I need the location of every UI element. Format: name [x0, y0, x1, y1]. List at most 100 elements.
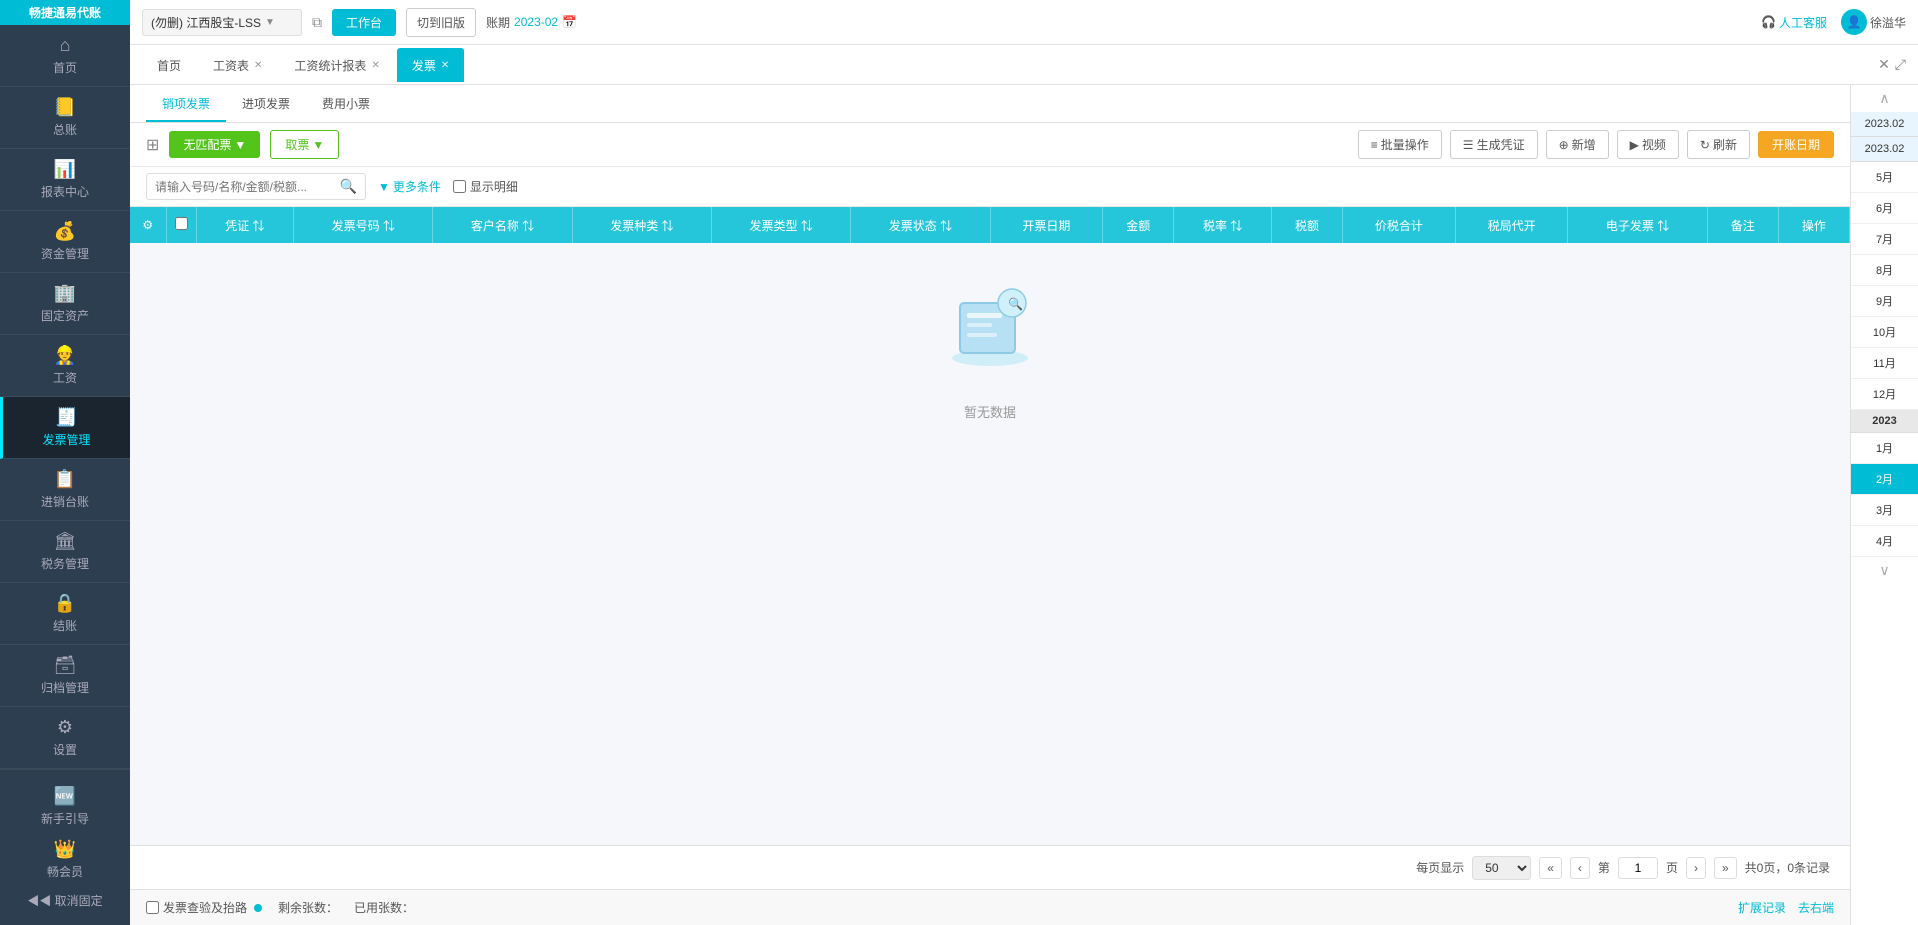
switch-version-button[interactable]: 切到旧版: [406, 8, 476, 37]
period-item-4[interactable]: 4月: [1851, 526, 1918, 557]
sidebar-item-archive[interactable]: 🗃 归档管理: [0, 645, 130, 707]
tab-salary-report-close[interactable]: ✕: [371, 60, 379, 71]
sidebar-item-tax[interactable]: 🏛 税务管理: [0, 521, 130, 583]
service-button[interactable]: 🎧 人工客服: [1761, 14, 1827, 31]
sidebar-item-funds[interactable]: 💰 资金管理: [0, 211, 130, 273]
take-ticket-button[interactable]: 取票 ▼: [270, 130, 339, 159]
sidebar-item-reports[interactable]: 📊 报表中心: [0, 149, 130, 211]
subtab-sales[interactable]: 销项发票: [146, 87, 226, 122]
no-match-button[interactable]: 无匹配票 ▼: [169, 131, 260, 158]
period-item-1[interactable]: 1月: [1851, 433, 1918, 464]
per-page-select[interactable]: 50 10 20 100: [1472, 856, 1531, 880]
period-up-button[interactable]: ∧: [1851, 85, 1918, 112]
period-header-top2[interactable]: 2023.02: [1851, 137, 1918, 162]
period-value[interactable]: 2023-02: [514, 15, 558, 29]
table-header: ⚙ 凭证 ⇅ 发票号码 ⇅ 客户名称 ⇅ 发票种类 ⇅ 发票类型 ⇅ 发票状态 …: [130, 207, 1850, 243]
subtab-purchase[interactable]: 进项发票: [226, 87, 306, 122]
main-content: (勿删) 江西股宝-LSS ▼ ⧉ 工作台 切到旧版 账期 2023-02 📅 …: [130, 0, 1918, 925]
sidebar-item-invoice[interactable]: 🧾 发票管理: [0, 397, 130, 459]
th-customer-name[interactable]: 客户名称 ⇅: [433, 207, 572, 243]
workbench-button[interactable]: 工作台: [332, 9, 396, 36]
select-all-checkbox[interactable]: [175, 217, 188, 230]
tab-salary-close[interactable]: ✕: [254, 60, 262, 71]
go-right-link[interactable]: 去右端: [1798, 899, 1834, 916]
th-invoice-type[interactable]: 发票种类 ⇅: [572, 207, 711, 243]
th-tax-rate[interactable]: 税率 ⇅: [1174, 207, 1272, 243]
sidebar-item-sales-ledger[interactable]: 📋 进销台账: [0, 459, 130, 521]
th-remark[interactable]: 备注: [1707, 207, 1778, 243]
subtab-expense[interactable]: 费用小票: [306, 87, 386, 122]
generate-voucher-button[interactable]: ☰ 生成凭证: [1450, 130, 1538, 159]
th-invoice-status[interactable]: 发票状态 ⇅: [851, 207, 990, 243]
th-e-invoice[interactable]: 电子发票 ⇅: [1568, 207, 1707, 243]
company-selector[interactable]: (勿删) 江西股宝-LSS ▼: [142, 9, 302, 36]
page-prev-button[interactable]: ‹: [1570, 857, 1590, 879]
th-tax-office[interactable]: 税局代开: [1455, 207, 1568, 243]
period-down-button[interactable]: ∨: [1851, 557, 1918, 584]
period-panel: ∧ 2023.02 2023.02 5月 6月 7月 8月 9月 10月 11月…: [1850, 85, 1918, 925]
tab-maximize-icon[interactable]: ⤢: [1895, 56, 1906, 73]
sidebar-item-home[interactable]: ⌂ 首页: [0, 25, 130, 87]
sidebar-item-assets[interactable]: 🏢 固定资产: [0, 273, 130, 335]
sidebar-item-ledger[interactable]: 📒 总账: [0, 87, 130, 149]
page-next-button[interactable]: ›: [1686, 857, 1706, 879]
th-tax-total[interactable]: 价税合计: [1343, 207, 1456, 243]
copy-icon[interactable]: ⧉: [312, 14, 322, 31]
sidebar-item-guide[interactable]: 🆕 新手引导: [0, 780, 130, 833]
tab-home[interactable]: 首页: [142, 48, 196, 82]
add-count-link[interactable]: 扩展记录: [1738, 899, 1786, 916]
sidebar-item-member[interactable]: 👑 畅会员: [0, 833, 130, 886]
period-item-8[interactable]: 8月: [1851, 255, 1918, 286]
th-tax[interactable]: 税额: [1272, 207, 1343, 243]
period-item-3[interactable]: 3月: [1851, 495, 1918, 526]
period-item-12[interactable]: 12月: [1851, 379, 1918, 410]
video-button[interactable]: ▶ 视频: [1617, 130, 1679, 159]
batch-op-button[interactable]: ≡ 批量操作: [1358, 130, 1442, 159]
invoice-verify-checkbox[interactable]: 发票查验及抬路: [146, 899, 262, 916]
show-detail-checkbox[interactable]: 显示明细: [453, 178, 518, 195]
sidebar-item-settings[interactable]: ⚙ 设置: [0, 707, 130, 769]
period-item-6[interactable]: 6月: [1851, 193, 1918, 224]
assets-icon: 🏢: [54, 283, 76, 304]
period-item-7[interactable]: 7月: [1851, 224, 1918, 255]
th-settings[interactable]: ⚙: [130, 207, 166, 243]
th-invoice-category[interactable]: 发票类型 ⇅: [712, 207, 851, 243]
period-item-5[interactable]: 5月: [1851, 162, 1918, 193]
show-detail-input[interactable]: [453, 180, 466, 193]
tab-invoice[interactable]: 发票 ✕: [397, 48, 464, 82]
grid-view-icon[interactable]: ⊞: [146, 135, 159, 155]
page-first-button[interactable]: «: [1539, 857, 1562, 879]
more-conditions-button[interactable]: ▼ 更多条件: [378, 178, 441, 195]
settings-icon: ⚙: [57, 717, 73, 738]
period-item-10[interactable]: 10月: [1851, 317, 1918, 348]
th-action[interactable]: 操作: [1778, 207, 1849, 243]
th-invoice-no[interactable]: 发票号码 ⇅: [294, 207, 433, 243]
period-item-9[interactable]: 9月: [1851, 286, 1918, 317]
sidebar-item-closing[interactable]: 🔒 结账: [0, 583, 130, 645]
open-period-button[interactable]: 开账日期: [1758, 131, 1834, 158]
th-check[interactable]: [166, 207, 196, 243]
th-open-date[interactable]: 开票日期: [990, 207, 1103, 243]
refresh-button[interactable]: ↻ 刷新: [1687, 130, 1750, 159]
new-button[interactable]: ⊕ 新增: [1546, 130, 1609, 159]
calendar-icon[interactable]: 📅: [562, 15, 577, 29]
tab-salary[interactable]: 工资表 ✕: [198, 48, 277, 82]
th-voucher[interactable]: 凭证 ⇅: [196, 207, 294, 243]
th-amount[interactable]: 金额: [1103, 207, 1174, 243]
verify-input[interactable]: [146, 901, 159, 914]
period-header-top[interactable]: 2023.02: [1851, 112, 1918, 137]
headset-icon: 🎧: [1761, 15, 1776, 29]
sidebar: 畅捷通易代账 ⌂ 首页 📒 总账 📊 报表中心 💰 资金管理 🏢 固定资产 👷 …: [0, 0, 130, 925]
tab-close-all-icon[interactable]: ✕: [1878, 56, 1890, 73]
user-info[interactable]: 👤 徐溢华: [1841, 9, 1906, 35]
page-last-button[interactable]: »: [1714, 857, 1737, 879]
page-input[interactable]: [1618, 857, 1658, 879]
sidebar-item-collapse[interactable]: ◀◀ 取消固定: [0, 886, 130, 915]
period-item-2[interactable]: 2月: [1851, 464, 1918, 495]
period-item-11[interactable]: 11月: [1851, 348, 1918, 379]
sidebar-item-salary[interactable]: 👷 工资: [0, 335, 130, 397]
search-input[interactable]: [155, 180, 340, 194]
tab-salary-report[interactable]: 工资统计报表 ✕: [279, 48, 394, 82]
closing-icon: 🔒: [54, 593, 76, 614]
tab-invoice-close[interactable]: ✕: [441, 60, 449, 71]
